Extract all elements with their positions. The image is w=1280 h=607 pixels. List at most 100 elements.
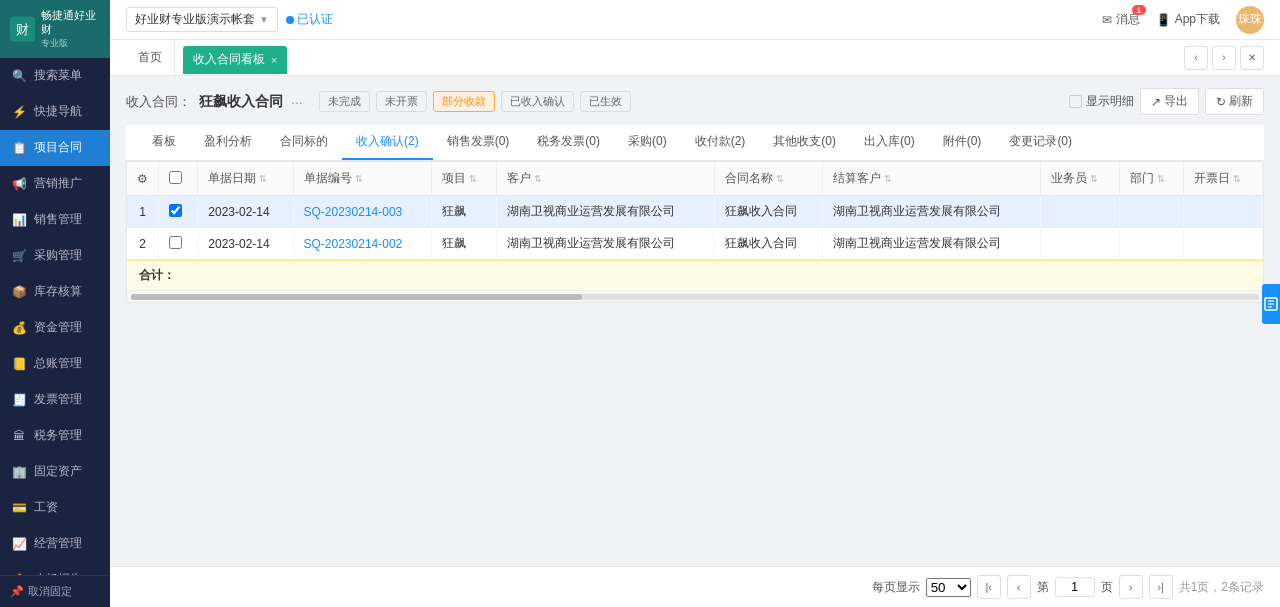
col-open-date-sort[interactable]: ⇅	[1233, 174, 1241, 184]
sub-tab-5[interactable]: 税务发票(0)	[523, 125, 614, 160]
row-select-0[interactable]	[169, 204, 182, 217]
col-salesperson-label: 业务员	[1051, 170, 1087, 187]
avatar: 珠珠	[1236, 6, 1264, 34]
col-project-sort[interactable]: ⇅	[469, 174, 477, 184]
col-salesperson-sort[interactable]: ⇅	[1090, 174, 1098, 184]
sub-tab-7[interactable]: 收付款(2)	[681, 125, 760, 160]
sub-tab-11[interactable]: 变更记录(0)	[995, 125, 1086, 160]
status-tag-0[interactable]: 未完成	[319, 91, 370, 112]
company-name: 好业财专业版演示帐套	[135, 11, 255, 28]
tab-home[interactable]: 首页	[126, 40, 175, 75]
col-department-sort[interactable]: ⇅	[1157, 174, 1165, 184]
col-contract-sort[interactable]: ⇅	[776, 174, 784, 184]
sub-tab-8[interactable]: 其他收支(0)	[759, 125, 850, 160]
col-checkbox	[159, 162, 198, 196]
tab-close-icon[interactable]: ×	[271, 54, 277, 66]
sidebar-item-12[interactable]: 💳 工资	[0, 490, 110, 526]
sidebar-item-14[interactable]: 🔔 小畅报告	[0, 562, 110, 575]
export-button[interactable]: ↗ 导出	[1140, 88, 1199, 115]
row-date-1: 2023-02-14	[198, 228, 293, 260]
sidebar-pin-button[interactable]: 📌 取消固定	[0, 575, 110, 607]
sidebar-item-1[interactable]: ⚡ 快捷导航	[0, 94, 110, 130]
first-page-button[interactable]: |‹	[977, 575, 1001, 599]
last-page-button[interactable]: ›|	[1149, 575, 1173, 599]
row-customer-0: 湖南卫视商业运营发展有限公司	[496, 196, 714, 228]
status-tag-1[interactable]: 未开票	[376, 91, 427, 112]
page-number-input[interactable]	[1055, 577, 1095, 597]
tab-next-button[interactable]: ›	[1212, 46, 1236, 70]
sidebar-item-4[interactable]: 📊 销售管理	[0, 202, 110, 238]
sidebar-item-3[interactable]: 📢 营销推广	[0, 166, 110, 202]
sidebar-item-7[interactable]: 💰 资金管理	[0, 310, 110, 346]
col-settings: ⚙	[127, 162, 159, 196]
sub-tab-4[interactable]: 销售发票(0)	[433, 125, 524, 160]
table-row[interactable]: 1 2023-02-14 SQ-20230214-003 狂飙 湖南卫视商业运营…	[127, 196, 1263, 228]
tab-contract-board[interactable]: 收入合同看板 ×	[183, 46, 287, 74]
sidebar-item-11[interactable]: 🏢 固定资产	[0, 454, 110, 490]
refresh-button[interactable]: ↻ 刷新	[1205, 88, 1264, 115]
row-select-1[interactable]	[169, 236, 182, 249]
col-result-customer-sort[interactable]: ⇅	[884, 174, 892, 184]
per-page-select[interactable]: 50 20 100 200	[926, 578, 971, 597]
status-tag-4[interactable]: 已生效	[580, 91, 631, 112]
row-number-link-0[interactable]: SQ-20230214-003	[304, 205, 403, 219]
show-detail-checkbox[interactable]	[1069, 95, 1082, 108]
settings-icon[interactable]: ⚙	[137, 172, 148, 186]
table-footer: 合计：	[127, 260, 1263, 290]
export-label: 导出	[1164, 93, 1188, 110]
sidebar-item-9[interactable]: 🧾 发票管理	[0, 382, 110, 418]
sidebar-item-13[interactable]: 📈 经营管理	[0, 526, 110, 562]
user-menu[interactable]: 珠珠	[1236, 6, 1264, 34]
download-icon: 📱	[1156, 13, 1171, 27]
tab-close-button[interactable]: ✕	[1240, 46, 1264, 70]
prev-page-button[interactable]: ‹	[1007, 575, 1031, 599]
status-tag-2[interactable]: 部分收款	[433, 91, 495, 112]
sub-tab-3[interactable]: 收入确认(2)	[342, 125, 433, 160]
row-checkbox-0[interactable]	[159, 196, 198, 228]
tab-prev-button[interactable]: ‹	[1184, 46, 1208, 70]
row-number-link-1[interactable]: SQ-20230214-002	[304, 237, 403, 251]
page-label-first: 第	[1037, 579, 1049, 596]
sidebar-item-6[interactable]: 📦 库存核算	[0, 274, 110, 310]
col-number-sort[interactable]: ⇅	[355, 174, 363, 184]
certified-badge: 已认证	[286, 11, 333, 28]
more-options-icon[interactable]: ···	[291, 94, 303, 110]
company-selector[interactable]: 好业财专业版演示帐套 ▼	[126, 7, 278, 32]
table-header-row: ⚙ 单据日期 ⇅ 单据编号	[127, 162, 1263, 196]
sidebar-item-10[interactable]: 🏛 税务管理	[0, 418, 110, 454]
sub-tab-2[interactable]: 合同标的	[266, 125, 342, 160]
tab-navigation: ‹ › ✕	[1184, 46, 1264, 70]
sidebar-item-5[interactable]: 🛒 采购管理	[0, 238, 110, 274]
data-table: ⚙ 单据日期 ⇅ 单据编号	[127, 162, 1263, 260]
horizontal-scrollbar[interactable]	[127, 290, 1263, 302]
col-customer-sort[interactable]: ⇅	[534, 174, 542, 184]
show-detail-toggle[interactable]: 显示明细	[1069, 88, 1134, 115]
pagination: 每页显示 50 20 100 200 |‹ ‹ 第 页 › ›| 共1页，2条记…	[110, 566, 1280, 607]
next-page-button[interactable]: ›	[1119, 575, 1143, 599]
per-page-label: 每页显示	[872, 579, 920, 596]
message-button[interactable]: ✉ 消息 1	[1102, 11, 1140, 28]
sidebar-item-8[interactable]: 📒 总账管理	[0, 346, 110, 382]
table-row[interactable]: 2 2023-02-14 SQ-20230214-002 狂飙 湖南卫视商业运营…	[127, 228, 1263, 260]
sub-tab-0[interactable]: 看板	[138, 125, 190, 160]
sidebar-item-0[interactable]: 🔍 搜索菜单	[0, 58, 110, 94]
app-download-button[interactable]: 📱 App下载	[1156, 11, 1220, 28]
sub-tab-10[interactable]: 附件(0)	[929, 125, 996, 160]
col-number-label: 单据编号	[304, 170, 352, 187]
select-all-checkbox[interactable]	[169, 171, 182, 184]
nav-label-11: 固定资产	[34, 463, 82, 480]
sidebar-item-2[interactable]: 📋 项目合同	[0, 130, 110, 166]
sub-tab-6[interactable]: 采购(0)	[614, 125, 681, 160]
annotation-panel-button[interactable]	[1262, 284, 1264, 304]
status-tag-3[interactable]: 已收入确认	[501, 91, 574, 112]
sub-tab-9[interactable]: 出入库(0)	[850, 125, 929, 160]
app-name: 畅捷通好业财	[41, 8, 100, 37]
row-settings-1: 2	[127, 228, 159, 260]
sub-tab-1[interactable]: 盈利分析	[190, 125, 266, 160]
scrollbar-thumb[interactable]	[131, 294, 582, 300]
row-checkbox-1[interactable]	[159, 228, 198, 260]
col-date-sort[interactable]: ⇅	[259, 174, 267, 184]
nav-icon-11: 🏢	[10, 463, 28, 481]
scrollbar-track	[131, 294, 1259, 300]
col-customer: 客户 ⇅	[496, 162, 714, 196]
